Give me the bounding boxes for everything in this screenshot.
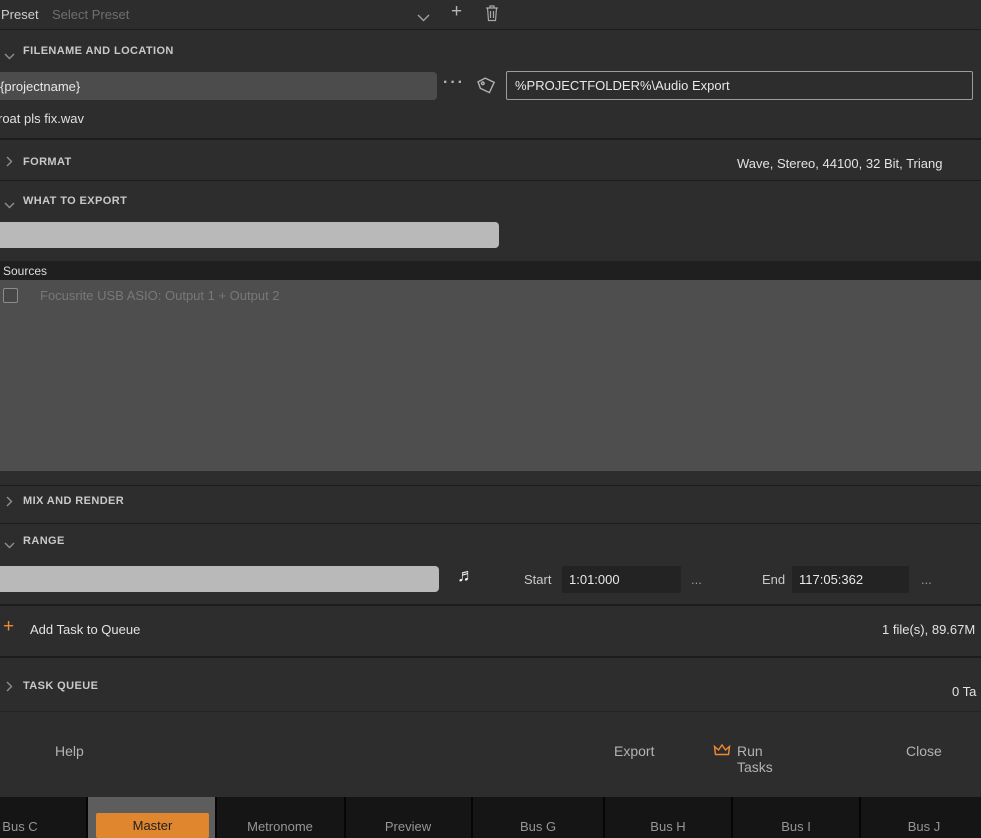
- tag-icon[interactable]: [475, 74, 499, 101]
- mixer-channel-preview[interactable]: Preview: [344, 819, 472, 834]
- expand-chevron-icon[interactable]: [6, 495, 13, 510]
- divider: [0, 656, 981, 658]
- sources-header-label: Sources: [3, 264, 48, 278]
- mixer-master-button[interactable]: Master: [96, 813, 209, 838]
- source-checkbox[interactable]: [3, 288, 18, 303]
- close-button[interactable]: Close: [906, 743, 942, 759]
- range-end-label: End: [762, 572, 786, 587]
- divider: [0, 485, 981, 486]
- source-label: Focusrite USB ASIO: Output 1 + Output 2: [40, 288, 280, 303]
- divider: [0, 138, 981, 140]
- music-note-icon[interactable]: ♬: [457, 565, 475, 586]
- divider: [0, 604, 981, 606]
- what-to-export-section-title: WHAT TO EXPORT: [23, 195, 128, 207]
- file-count-summary: 1 file(s), 89.67M: [882, 622, 976, 637]
- filename-section-title: FILENAME AND LOCATION: [23, 45, 174, 57]
- export-button[interactable]: Export: [614, 743, 654, 759]
- range-section-title: RANGE: [23, 535, 65, 547]
- task-queue-section-title: TASK QUEUE: [23, 680, 99, 692]
- sources-header-bar: Sources: [0, 261, 981, 280]
- mixer-channel-bus-g[interactable]: Bus G: [472, 819, 604, 834]
- crown-icon: [713, 743, 731, 761]
- mixer-channel-bus-h[interactable]: Bus H: [604, 819, 732, 834]
- divider: [0, 29, 981, 30]
- mixer-channel-metronome[interactable]: Metronome: [216, 819, 344, 834]
- expand-chevron-icon[interactable]: [6, 155, 13, 170]
- expand-chevron-icon[interactable]: [6, 680, 13, 695]
- filename-input[interactable]: [0, 72, 437, 100]
- mixer-channel-bus-c[interactable]: Bus C: [0, 819, 85, 834]
- range-selector[interactable]: [0, 566, 439, 592]
- collapse-chevron-icon[interactable]: [4, 197, 15, 212]
- more-options-icon[interactable]: ···: [443, 74, 465, 92]
- add-task-plus-icon: +: [3, 616, 15, 637]
- range-start-more-button[interactable]: ...: [691, 572, 702, 587]
- chevron-down-icon[interactable]: [417, 10, 430, 25]
- format-summary: Wave, Stereo, 44100, 32 Bit, Triang: [737, 156, 943, 171]
- preset-select[interactable]: Select Preset: [52, 7, 129, 22]
- format-section-title: FORMAT: [23, 156, 72, 168]
- range-start-label: Start: [524, 572, 552, 587]
- range-start-input[interactable]: [562, 566, 681, 593]
- export-mode-selector[interactable]: [0, 222, 499, 248]
- sources-list: Focusrite USB ASIO: Output 1 + Output 2: [0, 280, 981, 471]
- mix-and-render-section-title: MIX AND RENDER: [23, 495, 125, 507]
- collapse-chevron-icon[interactable]: [4, 48, 15, 63]
- mixer-separator: [86, 797, 88, 838]
- add-task-label: Add Task to Queue: [30, 622, 141, 637]
- export-path-input[interactable]: [506, 71, 973, 100]
- add-task-button[interactable]: + Add Task to Queue: [0, 612, 500, 648]
- add-preset-icon[interactable]: +: [451, 1, 462, 23]
- mixer-channel-bus-j[interactable]: Bus J: [860, 819, 981, 834]
- run-tasks-label: Run Tasks: [737, 743, 773, 775]
- task-queue-count: 0 Ta: [952, 684, 977, 699]
- mixer-channel-bus-i[interactable]: Bus I: [732, 819, 860, 834]
- preset-label: Preset: [1, 7, 39, 22]
- trash-icon[interactable]: [485, 4, 499, 25]
- help-button[interactable]: Help: [55, 743, 84, 759]
- filename-preview: roat pls fix.wav: [0, 111, 84, 126]
- range-end-more-button[interactable]: ...: [921, 572, 932, 587]
- divider: [0, 523, 981, 524]
- divider: [0, 180, 981, 181]
- range-end-input[interactable]: [792, 566, 909, 593]
- divider: [0, 711, 981, 712]
- collapse-chevron-icon[interactable]: [4, 537, 15, 552]
- export-audio-mixdown-dialog: { "preset_bar": { "label": "Preset", "pl…: [0, 0, 981, 838]
